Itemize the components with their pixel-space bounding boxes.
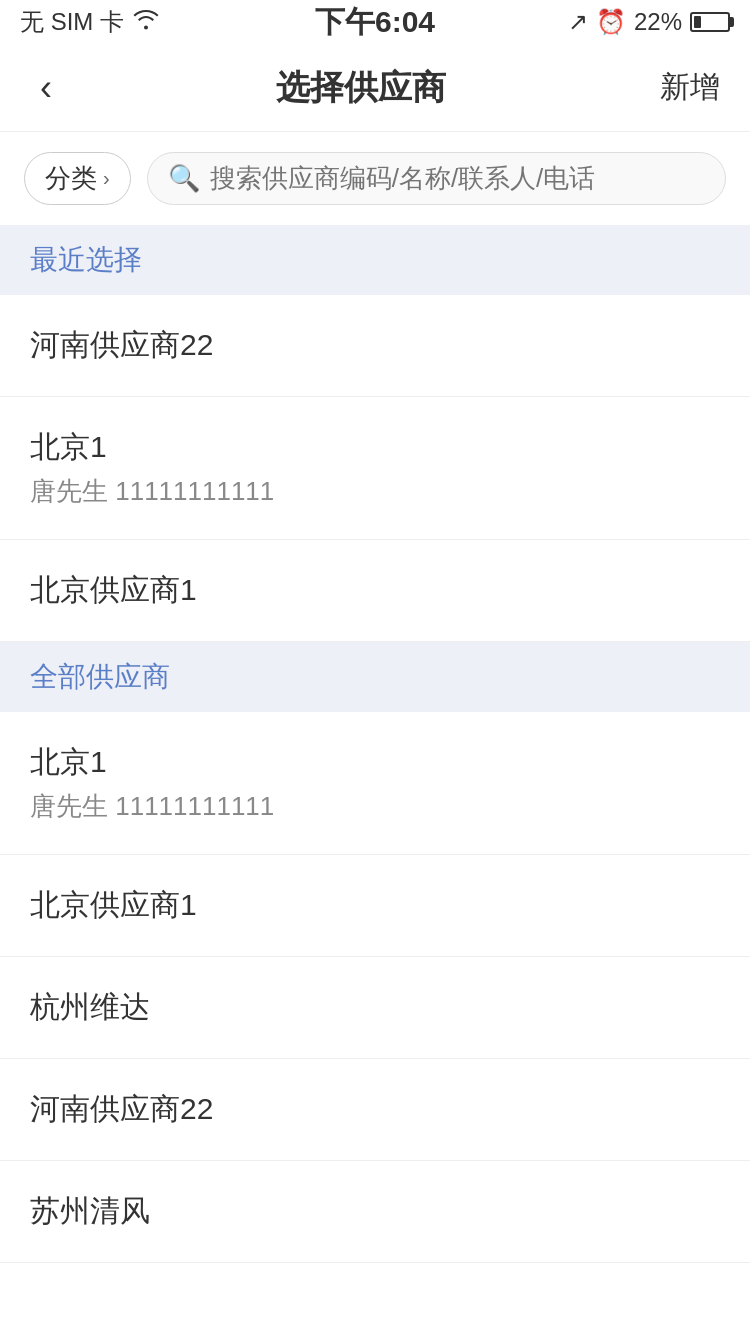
list-item[interactable]: 河南供应商22 <box>0 1059 750 1161</box>
no-sim-text: 无 SIM 卡 <box>20 6 124 38</box>
status-time: 下午6:04 <box>315 2 435 43</box>
list-item[interactable]: 北京1 唐先生 11111111111 <box>0 397 750 540</box>
item-sub: 唐先生 11111111111 <box>30 474 720 509</box>
search-input[interactable] <box>210 163 705 194</box>
recent-section-header: 最近选择 <box>0 225 750 295</box>
item-name: 杭州维达 <box>30 987 720 1028</box>
item-sub: 唐先生 11111111111 <box>30 789 720 824</box>
status-right: ↗ ⏰ 22% <box>568 8 730 36</box>
list-item[interactable]: 河南供应商22 <box>0 295 750 397</box>
list-item[interactable]: 北京供应商1 <box>0 855 750 957</box>
status-left: 无 SIM 卡 <box>20 6 160 38</box>
item-name: 北京供应商1 <box>30 885 720 926</box>
item-name: 北京1 <box>30 427 720 468</box>
category-filter[interactable]: 分类 › <box>24 152 131 205</box>
wifi-icon <box>132 8 160 36</box>
item-name: 河南供应商22 <box>30 325 720 366</box>
item-name: 北京供应商1 <box>30 570 720 611</box>
item-name: 苏州清风 <box>30 1191 720 1232</box>
list-item[interactable]: 北京供应商1 <box>0 540 750 642</box>
recent-list: 河南供应商22 北京1 唐先生 11111111111 北京供应商1 <box>0 295 750 642</box>
category-label: 分类 <box>45 161 97 196</box>
location-icon: ↗ <box>568 8 588 36</box>
add-button[interactable]: 新增 <box>660 67 720 108</box>
item-name: 河南供应商22 <box>30 1089 720 1130</box>
all-list: 北京1 唐先生 11111111111 北京供应商1 杭州维达河南供应商22 苏州清风 <box>0 712 750 1263</box>
list-item[interactable]: 北京1 唐先生 11111111111 <box>0 712 750 855</box>
battery-icon <box>690 12 730 32</box>
item-name: 北京1 <box>30 742 720 783</box>
status-bar: 无 SIM 卡 下午6:04 ↗ ⏰ 22% <box>0 0 750 44</box>
back-button[interactable]: ‹ <box>30 57 62 119</box>
battery-percent: 22% <box>634 8 682 36</box>
nav-bar: ‹ 选择供应商 新增 <box>0 44 750 132</box>
all-section-header: 全部供应商 <box>0 642 750 712</box>
alarm-icon: ⏰ <box>596 8 626 36</box>
chevron-right-icon: › <box>103 167 110 190</box>
list-item[interactable]: 苏州清风 <box>0 1161 750 1263</box>
search-box[interactable]: 🔍 <box>147 152 726 205</box>
page-title: 选择供应商 <box>276 65 446 111</box>
filter-bar: 分类 › 🔍 <box>0 132 750 225</box>
list-item[interactable]: 杭州维达 <box>0 957 750 1059</box>
search-icon: 🔍 <box>168 163 200 194</box>
